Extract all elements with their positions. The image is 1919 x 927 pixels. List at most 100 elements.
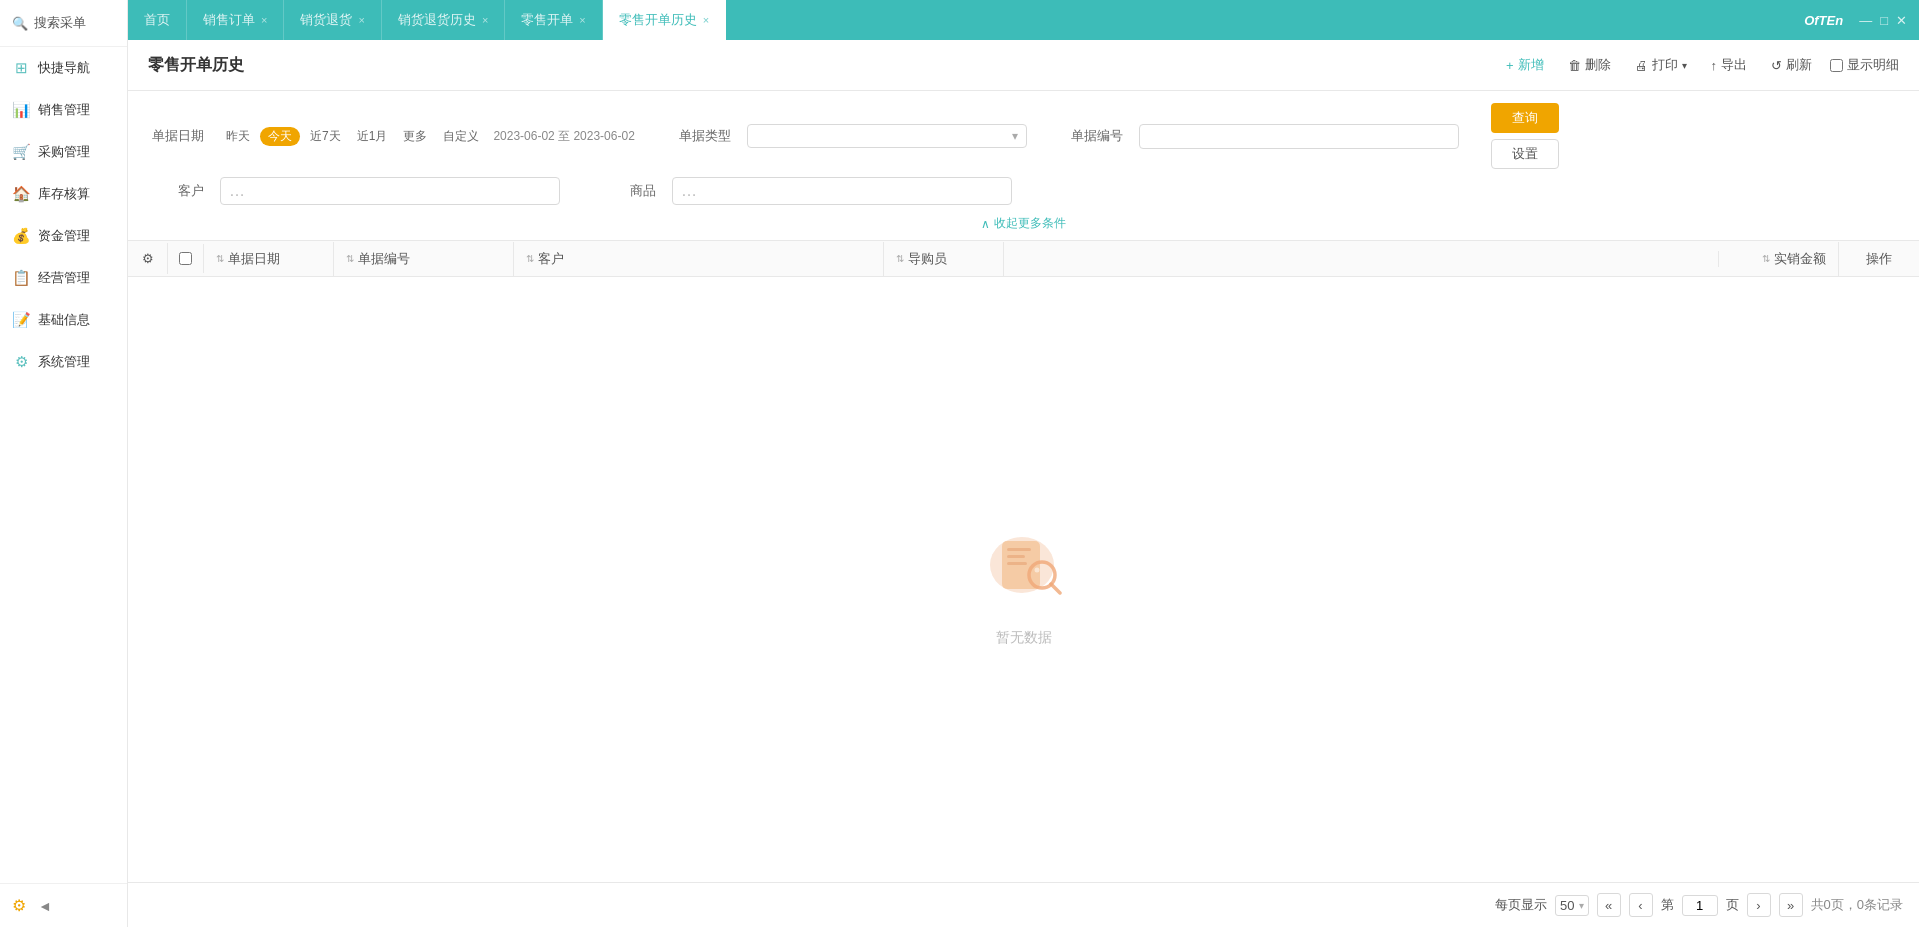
sidebar-item-basic-info[interactable]: 📝 基础信息: [0, 299, 127, 341]
svg-point-7: [1034, 567, 1039, 572]
prev-page-btn[interactable]: ‹: [1629, 893, 1653, 917]
sidebar-bottom: ⚙ ◄: [0, 883, 127, 927]
inventory-icon: 🏠: [12, 185, 30, 203]
th-customer[interactable]: ⇅ 客户: [514, 242, 884, 276]
delete-label: 删除: [1585, 56, 1611, 74]
order-type-select[interactable]: ▾: [747, 124, 1027, 148]
filter-row-2: 客户 … 商品 …: [148, 177, 1899, 205]
refresh-button[interactable]: ↺ 刷新: [1765, 52, 1818, 78]
date-custom-btn[interactable]: 自定义: [437, 126, 485, 147]
tab-sales-return[interactable]: 销货退货 ×: [284, 0, 381, 40]
th-no[interactable]: ⇅ 单据编号: [334, 242, 514, 276]
order-no-input[interactable]: [1139, 124, 1459, 149]
window-minimize[interactable]: —: [1859, 13, 1872, 28]
export-button[interactable]: ↑ 导出: [1705, 52, 1754, 78]
th-amount[interactable]: ⇅ 实销金额: [1719, 242, 1839, 276]
order-type-label: 单据类型: [675, 127, 731, 145]
tab-retail-open[interactable]: 零售开单 ×: [505, 0, 602, 40]
empty-illustration: [974, 513, 1074, 613]
th-amount-label: 实销金额: [1774, 250, 1826, 268]
tab-retail-history-close[interactable]: ×: [703, 14, 709, 26]
date-yesterday-btn[interactable]: 昨天: [220, 126, 256, 147]
date-more-btn[interactable]: 更多: [397, 126, 433, 147]
tab-sales-return-close[interactable]: ×: [358, 14, 364, 26]
quick-nav-icon: ⊞: [12, 59, 30, 77]
display-detail-label: 显示明细: [1847, 56, 1899, 74]
filter-row-1: 单据日期 昨天 今天 近7天 近1月 更多 自定义 2023-06-02 至 2…: [148, 103, 1899, 169]
page-number-input[interactable]: [1682, 895, 1718, 916]
th-settings[interactable]: ⚙: [128, 243, 168, 274]
th-guide[interactable]: ⇅ 导购员: [884, 242, 1004, 276]
next-page-btn[interactable]: ›: [1747, 893, 1771, 917]
tab-sales-return-label: 销货退货: [300, 11, 352, 29]
basic-info-icon: 📝: [12, 311, 30, 329]
add-label: 新增: [1518, 56, 1544, 74]
page-label: 页: [1726, 896, 1739, 914]
page-title: 零售开单历史: [148, 55, 244, 76]
tab-home-label: 首页: [144, 11, 170, 29]
svg-rect-4: [1007, 562, 1027, 565]
th-check[interactable]: [168, 244, 204, 273]
add-button[interactable]: + 新增: [1500, 52, 1550, 78]
sidebar: 🔍 搜索采单 ⊞ 快捷导航 📊 销售管理 🛒 采购管理 🏠 库存核算 💰 资金管…: [0, 0, 128, 927]
last-page-btn[interactable]: »: [1779, 893, 1803, 917]
collapse-sidebar-icon[interactable]: ◄: [38, 898, 52, 914]
settings-bottom-icon[interactable]: ⚙: [12, 896, 26, 915]
tab-sales-return-history-label: 销货退货历史: [398, 11, 476, 29]
purchase-icon: 🛒: [12, 143, 30, 161]
sidebar-item-inventory[interactable]: 🏠 库存核算: [0, 173, 127, 215]
select-all-checkbox[interactable]: [179, 252, 192, 265]
window-close[interactable]: ✕: [1896, 13, 1907, 28]
page-size-value: 50: [1560, 898, 1574, 913]
order-no-label: 单据编号: [1067, 127, 1123, 145]
delete-button[interactable]: 🗑 删除: [1562, 52, 1617, 78]
sidebar-item-purchase-mgmt[interactable]: 🛒 采购管理: [0, 131, 127, 173]
refresh-icon: ↺: [1771, 58, 1782, 73]
page-size-select[interactable]: 50 ▾: [1555, 895, 1588, 916]
first-page-btn[interactable]: «: [1597, 893, 1621, 917]
date-last-month-btn[interactable]: 近1月: [351, 126, 394, 147]
page-of-label: 第: [1661, 896, 1674, 914]
settings-button[interactable]: 设置: [1491, 139, 1559, 169]
window-maximize[interactable]: □: [1880, 13, 1888, 28]
th-date[interactable]: ⇅ 单据日期: [204, 242, 334, 276]
tab-retail-open-label: 零售开单: [521, 11, 573, 29]
goods-select[interactable]: …: [672, 177, 1012, 205]
tab-sales-return-history-close[interactable]: ×: [482, 14, 488, 26]
svg-line-6: [1051, 584, 1060, 593]
customer-select[interactable]: …: [220, 177, 560, 205]
pagination: 每页显示 50 ▾ « ‹ 第 页 › » 共0页，0条记录: [128, 882, 1919, 927]
display-detail-checkbox[interactable]: [1830, 59, 1843, 72]
sidebar-item-sales-mgmt[interactable]: 📊 销售管理: [0, 89, 127, 131]
sidebar-search[interactable]: 🔍 搜索采单: [0, 0, 127, 47]
date-last7-btn[interactable]: 近7天: [304, 126, 347, 147]
sidebar-item-quick-nav[interactable]: ⊞ 快捷导航: [0, 47, 127, 89]
delete-icon: 🗑: [1568, 58, 1581, 73]
query-button[interactable]: 查询: [1491, 103, 1559, 133]
date-today-btn[interactable]: 今天: [260, 127, 300, 146]
sidebar-item-finance-mgmt[interactable]: 💰 资金管理: [0, 215, 127, 257]
empty-state: 暂无数据: [128, 277, 1919, 882]
sidebar-item-label: 系统管理: [38, 353, 90, 371]
export-label: 导出: [1721, 56, 1747, 74]
action-buttons: 查询 设置: [1491, 103, 1559, 169]
tab-sales-order[interactable]: 销售订单 ×: [187, 0, 284, 40]
print-button[interactable]: 🖨 打印 ▾: [1629, 52, 1693, 78]
tab-sales-order-close[interactable]: ×: [261, 14, 267, 26]
sort-amount-icon: ⇅: [1762, 253, 1770, 264]
tab-retail-open-close[interactable]: ×: [579, 14, 585, 26]
sidebar-search-label: 搜索采单: [34, 14, 86, 32]
sort-customer-icon: ⇅: [526, 253, 534, 264]
first-page-icon: «: [1605, 898, 1612, 913]
sidebar-item-operation-mgmt[interactable]: 📋 经营管理: [0, 257, 127, 299]
tab-sales-return-history[interactable]: 销货退货历史 ×: [382, 0, 505, 40]
display-detail-toggle[interactable]: 显示明细: [1830, 56, 1899, 74]
table-area: ⚙ ⇅ 单据日期 ⇅ 单据编号 ⇅ 客户 ⇅ 导购员 ⇅: [128, 241, 1919, 882]
tab-home[interactable]: 首页: [128, 0, 187, 40]
search-icon: 🔍: [12, 16, 28, 31]
tab-retail-history[interactable]: 零售开单历史 ×: [603, 0, 726, 40]
collapse-filter-btn[interactable]: ∧ 收起更多条件: [981, 215, 1066, 232]
sidebar-item-system-mgmt[interactable]: ⚙ 系统管理: [0, 341, 127, 383]
table-settings-icon[interactable]: ⚙: [142, 251, 154, 266]
sidebar-item-label: 库存核算: [38, 185, 90, 203]
